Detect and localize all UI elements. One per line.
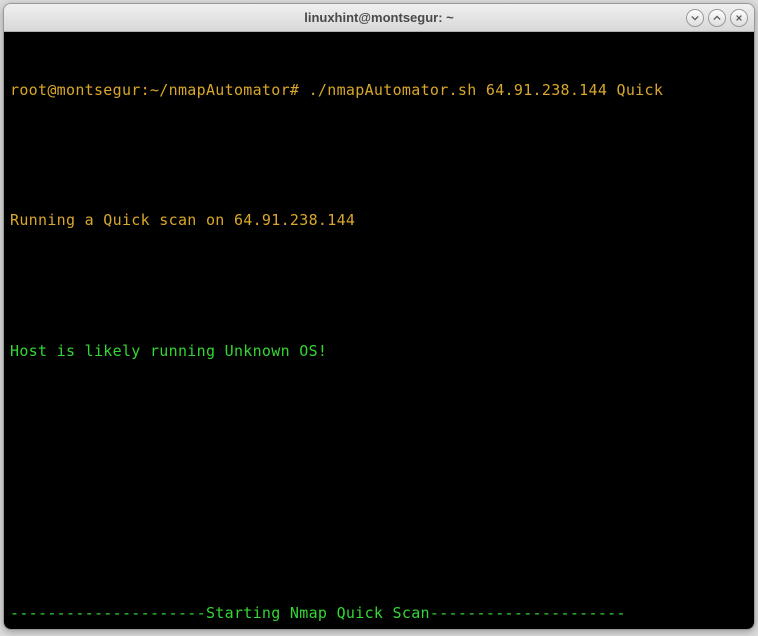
blank-line (10, 406, 748, 428)
chevron-up-icon (713, 14, 721, 22)
window-title: linuxhint@montsegur: ~ (304, 10, 454, 25)
prompt-text: root@montsegur:~/nmapAutomator# (10, 81, 309, 99)
terminal-viewport[interactable]: root@montsegur:~/nmapAutomator# ./nmapAu… (4, 32, 754, 629)
blank-line (10, 537, 748, 559)
terminal-line-divider: ---------------------Starting Nmap Quick… (10, 603, 748, 625)
terminal-line-prompt: root@montsegur:~/nmapAutomator# ./nmapAu… (10, 80, 748, 102)
blank-line (10, 472, 748, 494)
window-controls (686, 9, 748, 27)
terminal-line-host: Host is likely running Unknown OS! (10, 341, 748, 363)
maximize-button[interactable] (708, 9, 726, 27)
command-text: ./nmapAutomator.sh 64.91.238.144 Quick (309, 81, 664, 99)
blank-line (10, 276, 748, 298)
blank-line (10, 145, 748, 167)
minimize-button[interactable] (686, 9, 704, 27)
titlebar[interactable]: linuxhint@montsegur: ~ (4, 4, 754, 32)
terminal-window: linuxhint@montsegur: ~ root@montsegur:~/… (3, 3, 755, 630)
close-button[interactable] (730, 9, 748, 27)
chevron-down-icon (691, 14, 699, 22)
terminal-line-running: Running a Quick scan on 64.91.238.144 (10, 210, 748, 232)
close-icon (735, 14, 743, 22)
